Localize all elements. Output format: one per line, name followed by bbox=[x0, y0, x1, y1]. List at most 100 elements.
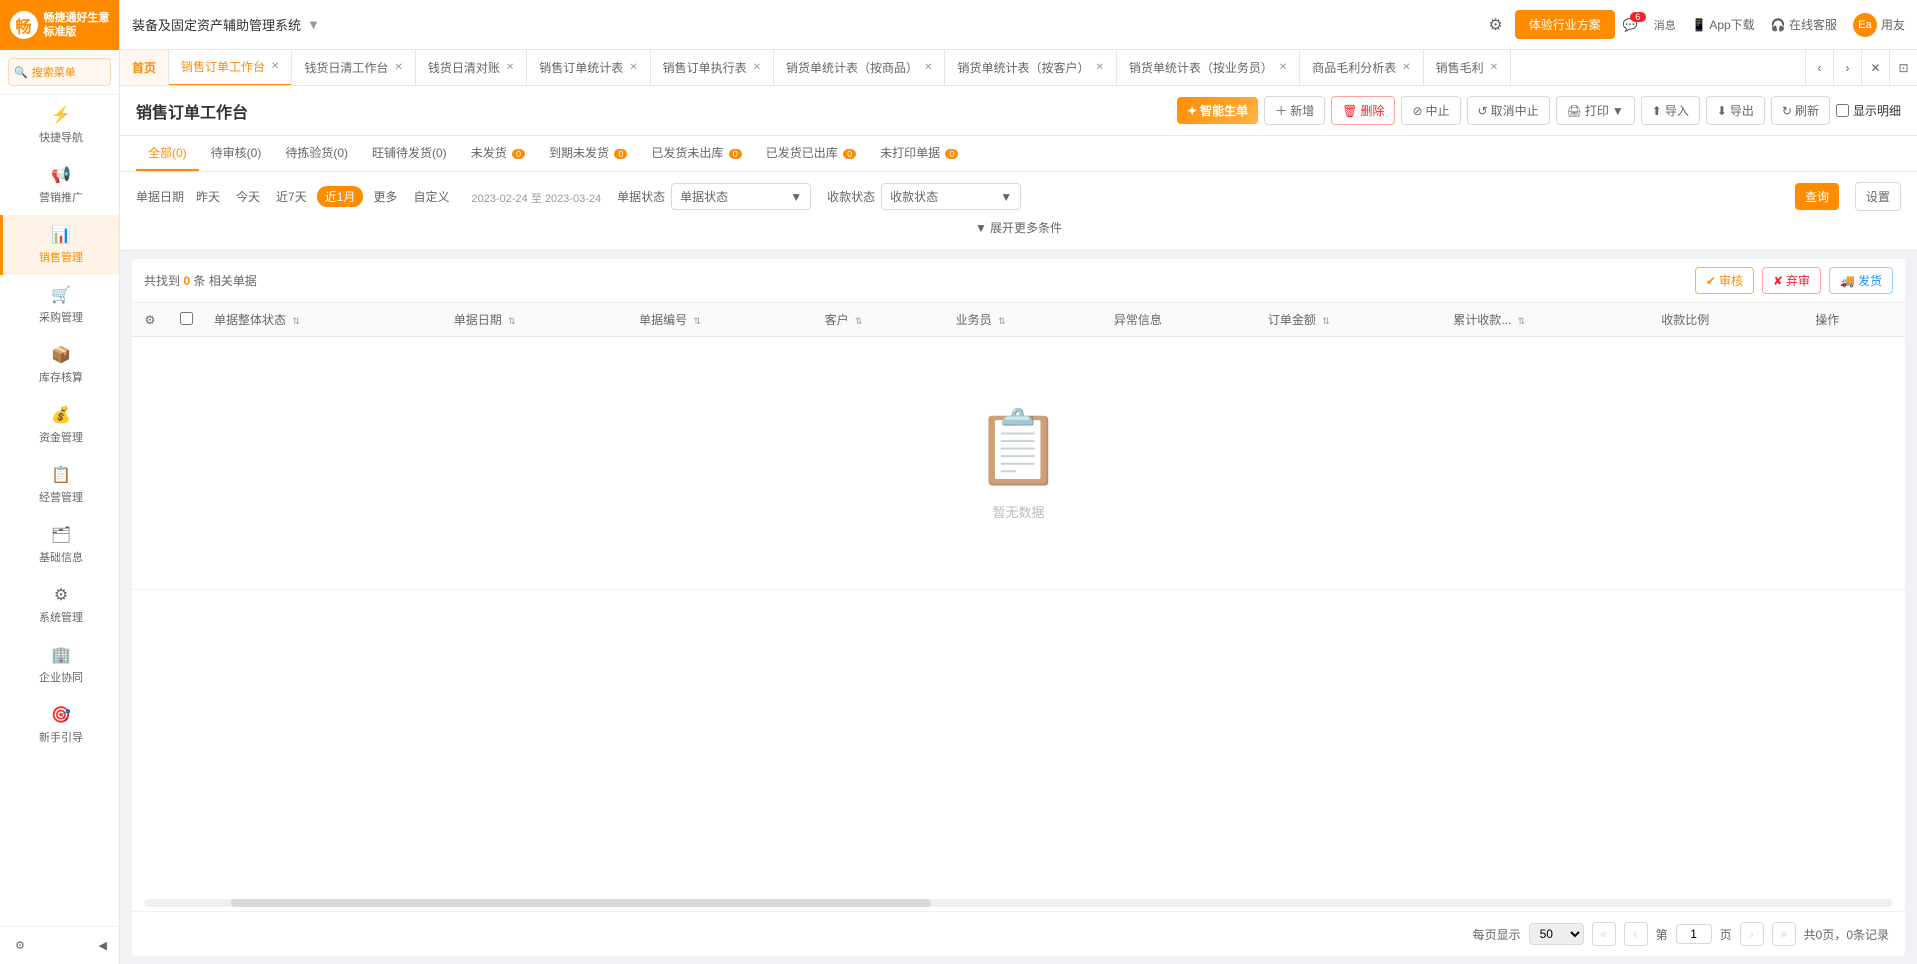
tab-home[interactable]: 首页 bbox=[120, 50, 169, 86]
last-page-btn[interactable]: » bbox=[1772, 922, 1796, 946]
tab-sales-stat[interactable]: 销售订单统计表 ✕ bbox=[527, 50, 650, 86]
tab-close-icon[interactable]: ✕ bbox=[506, 62, 514, 73]
subtab-shipped-not-out[interactable]: 已发货未出库 0 bbox=[639, 136, 753, 171]
subtab-not-shipped[interactable]: 未发货 0 bbox=[459, 136, 537, 171]
first-page-btn[interactable]: « bbox=[1592, 922, 1616, 946]
sort-icon[interactable]: ⇅ bbox=[1518, 316, 1526, 326]
tab-close-icon[interactable]: ✕ bbox=[629, 62, 637, 73]
next-page-btn[interactable]: › bbox=[1740, 922, 1764, 946]
audit-btn[interactable]: ✔ 审核 bbox=[1695, 267, 1754, 294]
tab-profit-analysis[interactable]: 商品毛利分析表 ✕ bbox=[1300, 50, 1423, 86]
print-btn[interactable]: 🖨 打印 ▼ bbox=[1556, 96, 1635, 125]
export-btn[interactable]: ⬇ 导出 bbox=[1706, 96, 1765, 125]
sidebar-item-marketing[interactable]: 📢营销推广 bbox=[0, 155, 119, 215]
sort-icon[interactable]: ⇅ bbox=[508, 316, 516, 326]
tab-close-icon[interactable]: ✕ bbox=[1490, 62, 1498, 73]
ship-btn[interactable]: 🚚 发货 bbox=[1829, 267, 1893, 294]
sidebar-item-enterprise[interactable]: 🏢企业协同 bbox=[0, 635, 119, 695]
audit-icon: ✔ bbox=[1706, 274, 1716, 288]
sidebar-item-base-info[interactable]: 🗂基础信息 bbox=[0, 515, 119, 575]
message-btn[interactable]: 💬 6 bbox=[1623, 18, 1638, 32]
date-opt-yesterday[interactable]: 昨天 bbox=[190, 186, 226, 207]
select-all-checkbox[interactable] bbox=[180, 312, 193, 325]
th-checkbox[interactable] bbox=[168, 303, 204, 337]
date-opt-more[interactable]: 更多 bbox=[367, 186, 403, 207]
settings-btn[interactable]: ⚙ bbox=[8, 935, 29, 956]
tab-close-icon[interactable]: ✕ bbox=[1279, 62, 1287, 73]
sidebar-item-operations[interactable]: 📋经营管理 bbox=[0, 455, 119, 515]
search-menu-button[interactable]: 🔍 搜索菜单 bbox=[8, 58, 111, 86]
tab-sales-more[interactable]: 销售毛利 ✕ bbox=[1424, 50, 1511, 86]
tab-close-icon[interactable]: ✕ bbox=[1095, 62, 1103, 73]
gear-icon[interactable]: ⚙ bbox=[1488, 15, 1502, 35]
tab-close-icon[interactable]: ✕ bbox=[1402, 62, 1410, 73]
payment-select[interactable]: 收款状态 ▼ bbox=[881, 183, 1021, 210]
sidebar-item-guide[interactable]: 🎯新手引导 bbox=[0, 695, 119, 755]
tab-close-icon[interactable]: ✕ bbox=[271, 61, 279, 72]
tab-close-icon[interactable]: ✕ bbox=[753, 62, 761, 73]
industry-btn[interactable]: 体验行业方案 bbox=[1515, 10, 1615, 39]
query-btn[interactable]: 查询 bbox=[1795, 183, 1839, 210]
tab-sales-exec[interactable]: 销售订单执行表 ✕ bbox=[651, 50, 774, 86]
date-opt-today[interactable]: 今天 bbox=[230, 186, 266, 207]
refresh-btn[interactable]: ↻ 刷新 bbox=[1771, 96, 1830, 125]
expand-conditions-btn[interactable]: ▼ 展开更多条件 bbox=[967, 215, 1070, 240]
horizontal-scrollbar[interactable] bbox=[144, 899, 1893, 907]
setting-btn[interactable]: 设置 bbox=[1855, 182, 1901, 211]
subtab-overdue-not-shipped[interactable]: 到期未发货 0 bbox=[537, 136, 639, 171]
scroll-thumb[interactable] bbox=[231, 899, 931, 907]
stop-btn[interactable]: ⊘ 中止 bbox=[1401, 96, 1460, 125]
tab-label: 销售订单统计表 bbox=[539, 59, 623, 76]
sidebar-item-quick-nav[interactable]: ⚡快捷导航 bbox=[0, 95, 119, 155]
sidebar-item-finance[interactable]: 💰资金管理 bbox=[0, 395, 119, 455]
sort-icon[interactable]: ⇅ bbox=[694, 316, 702, 326]
tab-sales-workbench[interactable]: 销售订单工作台 ✕ bbox=[169, 50, 292, 86]
tab-cash-reconcile[interactable]: 钱货日清对账 ✕ bbox=[416, 50, 527, 86]
th-settings[interactable]: ⚙ bbox=[132, 303, 168, 337]
sort-icon[interactable]: ⇅ bbox=[1322, 316, 1330, 326]
subtab-wangpu-pending[interactable]: 旺铺待发货(0) bbox=[360, 136, 459, 171]
tab-sales-stat-product[interactable]: 销货单统计表（按商品） ✕ bbox=[774, 50, 945, 86]
add-btn[interactable]: ＋ 新增 bbox=[1264, 96, 1325, 125]
date-opt-7days[interactable]: 近7天 bbox=[270, 186, 313, 207]
date-opt-1month[interactable]: 近1月 bbox=[317, 186, 364, 207]
cancel-stop-btn[interactable]: ↺ 取消中止 bbox=[1467, 96, 1550, 125]
subtab-shipped-out[interactable]: 已发货已出库 0 bbox=[754, 136, 868, 171]
app-download-btn[interactable]: 📱 App下载 bbox=[1692, 16, 1755, 33]
date-opt-custom[interactable]: 自定义 bbox=[407, 186, 455, 207]
tab-close-all-btn[interactable]: ✕ bbox=[1861, 50, 1889, 86]
tab-sales-stat-staff[interactable]: 销货单统计表（按业务员） ✕ bbox=[1117, 50, 1300, 86]
tab-sales-stat-customer[interactable]: 销货单统计表（按客户） ✕ bbox=[945, 50, 1116, 86]
ai-generate-btn[interactable]: ✦ 智能生单 bbox=[1177, 97, 1258, 124]
status-select[interactable]: 单据状态 ▼ bbox=[671, 183, 811, 210]
subtab-pending-inspect[interactable]: 待拣验货(0) bbox=[273, 136, 360, 171]
sidebar-item-sales[interactable]: 📊销售管理 bbox=[0, 215, 119, 275]
delete-btn[interactable]: 🗑 删除 bbox=[1331, 96, 1395, 125]
user-menu[interactable]: Ea 用友 bbox=[1853, 13, 1905, 37]
tab-cash-daily[interactable]: 钱货日清工作台 ✕ bbox=[292, 50, 415, 86]
tab-close-icon[interactable]: ✕ bbox=[394, 62, 402, 73]
tab-maximize-btn[interactable]: ⊡ bbox=[1889, 50, 1917, 86]
show-detail-checkbox-label[interactable]: 显示明细 bbox=[1836, 102, 1901, 119]
sort-icon[interactable]: ⇅ bbox=[292, 316, 300, 326]
subtab-not-printed[interactable]: 未打印单据 0 bbox=[868, 136, 970, 171]
prev-page-btn[interactable]: ‹ bbox=[1624, 922, 1648, 946]
sidebar-item-purchase[interactable]: 🛒采购管理 bbox=[0, 275, 119, 335]
unaudit-btn[interactable]: ✘ 弃审 bbox=[1762, 267, 1821, 294]
sort-icon[interactable]: ⇅ bbox=[998, 316, 1006, 326]
sort-icon[interactable]: ⇅ bbox=[855, 316, 863, 326]
tab-prev-btn[interactable]: ‹ bbox=[1805, 50, 1833, 86]
page-size-select[interactable]: 20 50 100 bbox=[1529, 923, 1584, 945]
import-btn[interactable]: ⬆ 导入 bbox=[1641, 96, 1700, 125]
sidebar-item-inventory[interactable]: 📦库存核算 bbox=[0, 335, 119, 395]
collapse-btn[interactable]: ◀ bbox=[92, 935, 111, 956]
subtab-all[interactable]: 全部(0) bbox=[136, 136, 199, 171]
nav-label: 基础信息 bbox=[39, 549, 83, 565]
page-number-input[interactable] bbox=[1676, 924, 1712, 944]
tab-next-btn[interactable]: › bbox=[1833, 50, 1861, 86]
show-detail-checkbox[interactable] bbox=[1836, 104, 1849, 117]
subtab-pending-review[interactable]: 待审核(0) bbox=[199, 136, 274, 171]
sidebar-item-system[interactable]: ⚙系统管理 bbox=[0, 575, 119, 635]
online-service-btn[interactable]: 🎧 在线客服 bbox=[1771, 16, 1837, 33]
tab-close-icon[interactable]: ✕ bbox=[924, 62, 932, 73]
